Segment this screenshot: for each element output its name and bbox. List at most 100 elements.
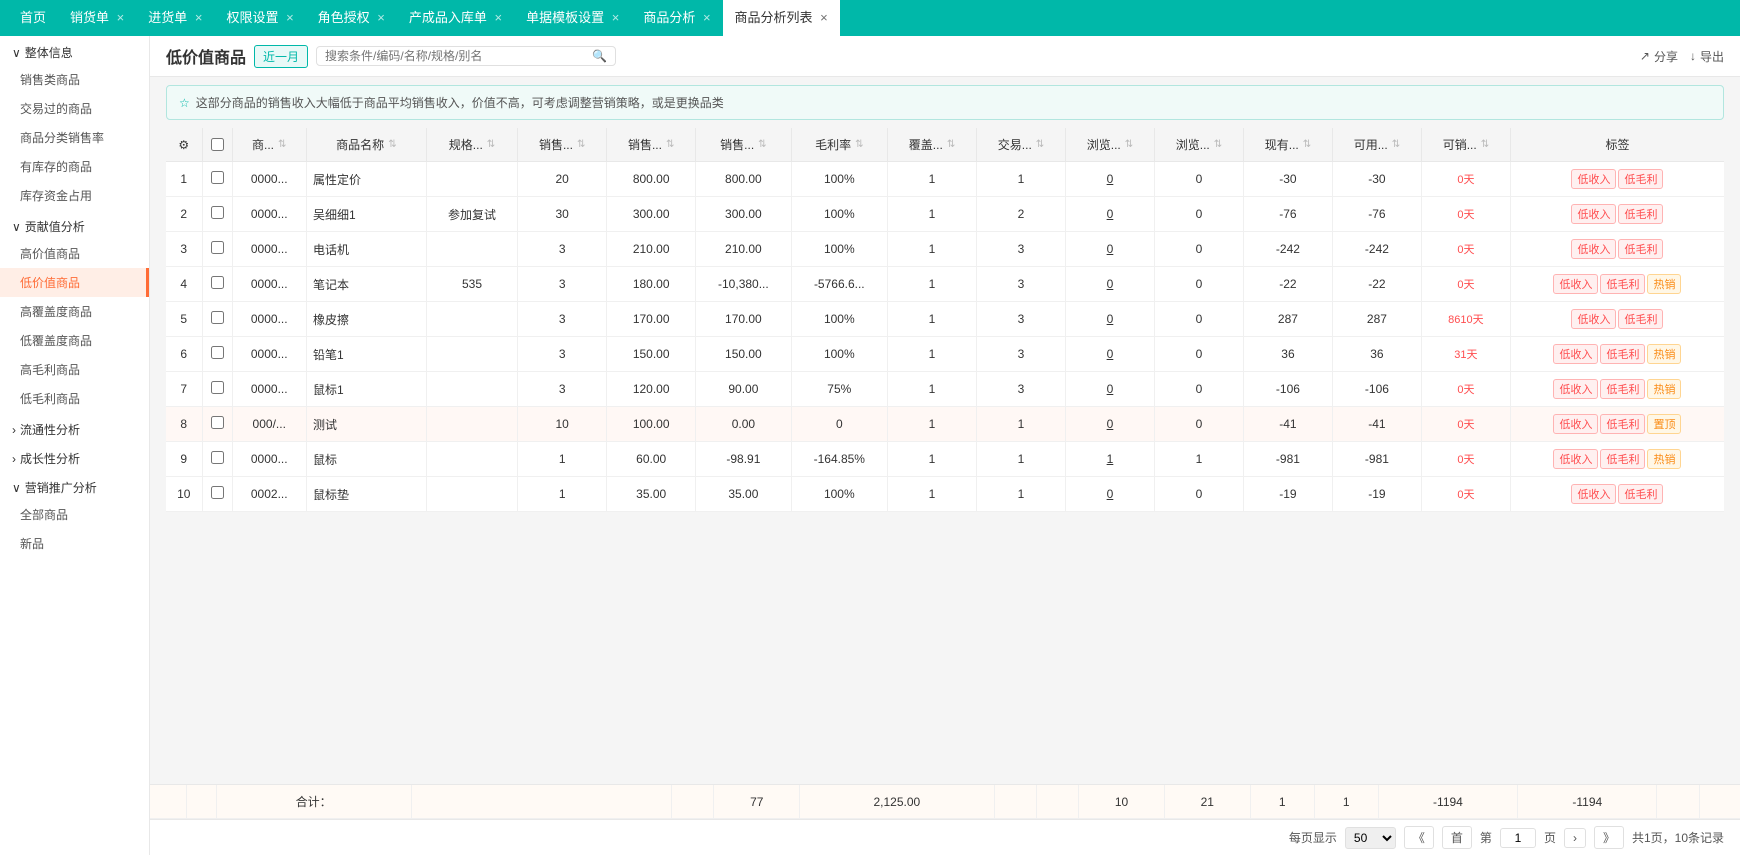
sidebar-group-growth[interactable]: › 成长性分析 <box>0 442 149 471</box>
view1-link[interactable]: 0 <box>1107 242 1114 256</box>
sort-icon[interactable]: ⇅ <box>855 139 863 150</box>
sort-icon[interactable]: ⇅ <box>947 139 955 150</box>
view1-link[interactable]: 0 <box>1107 417 1114 431</box>
sidebar-item-all-products[interactable]: 全部商品 <box>0 500 149 529</box>
sort-icon[interactable]: ⇅ <box>758 139 766 150</box>
row-checkbox[interactable] <box>211 346 224 359</box>
nav-role-auth[interactable]: 角色授权 × <box>306 0 397 36</box>
sidebar-item-high-margin[interactable]: 高毛利商品 <box>0 355 149 384</box>
sidebar-item-traded-products[interactable]: 交易过的商品 <box>0 94 149 123</box>
row-view1[interactable]: 0 <box>1065 197 1154 232</box>
prev-page-button[interactable]: 首 <box>1442 826 1472 849</box>
sidebar-item-low-margin[interactable]: 低毛利商品 <box>0 384 149 413</box>
nav-product-analysis-list[interactable]: 商品分析列表 × <box>723 0 840 36</box>
row-checkbox[interactable] <box>211 381 224 394</box>
sidebar-item-stock-products[interactable]: 有库存的商品 <box>0 152 149 181</box>
nav-permission[interactable]: 权限设置 × <box>214 0 305 36</box>
checkbox-column-header[interactable] <box>202 128 232 162</box>
col-header-gross-margin[interactable]: 毛利率⇅ <box>791 128 887 162</box>
col-header-view2[interactable]: 浏览...⇅ <box>1154 128 1243 162</box>
close-icon[interactable]: × <box>377 10 385 25</box>
sort-icon[interactable]: ⇅ <box>577 139 585 150</box>
row-checkbox-cell[interactable] <box>202 337 232 372</box>
col-header-sales-amount[interactable]: 销售...⇅ <box>607 128 696 162</box>
row-view1[interactable]: 1 <box>1065 442 1154 477</box>
select-all-checkbox[interactable] <box>211 138 224 151</box>
col-header-view1[interactable]: 浏览...⇅ <box>1065 128 1154 162</box>
row-checkbox-cell[interactable] <box>202 442 232 477</box>
nav-template-settings[interactable]: 单据模板设置 × <box>514 0 631 36</box>
sidebar-item-low-value[interactable]: 低价值商品 <box>0 268 149 297</box>
row-checkbox-cell[interactable] <box>202 302 232 337</box>
sidebar-item-high-coverage[interactable]: 高覆盖度商品 <box>0 297 149 326</box>
last-page-button[interactable]: 》 <box>1594 826 1624 849</box>
settings-icon[interactable]: ⚙ <box>178 138 189 152</box>
nav-home[interactable]: 首页 <box>8 0 58 36</box>
col-header-sales-qty[interactable]: 销售...⇅ <box>518 128 607 162</box>
col-header-coverage[interactable]: 覆盖...⇅ <box>888 128 977 162</box>
page-size-select[interactable]: 50 100 200 <box>1345 827 1396 849</box>
sidebar-item-low-coverage[interactable]: 低覆盖度商品 <box>0 326 149 355</box>
settings-column-header[interactable]: ⚙ <box>166 128 202 162</box>
row-view1[interactable]: 0 <box>1065 267 1154 302</box>
export-button[interactable]: ↓ 导出 <box>1690 48 1724 65</box>
close-icon[interactable]: × <box>495 10 503 25</box>
row-checkbox[interactable] <box>211 276 224 289</box>
col-header-sellable[interactable]: 可销...⇅ <box>1421 128 1510 162</box>
nav-sales-order[interactable]: 销货单 × <box>58 0 136 36</box>
sidebar-group-circulation[interactable]: › 流通性分析 <box>0 413 149 442</box>
view1-link[interactable]: 0 <box>1107 487 1114 501</box>
sort-icon[interactable]: ⇅ <box>1125 139 1133 150</box>
next-page-button[interactable]: › <box>1564 828 1586 848</box>
row-view1[interactable]: 0 <box>1065 372 1154 407</box>
row-checkbox-cell[interactable] <box>202 197 232 232</box>
view1-link[interactable]: 0 <box>1107 347 1114 361</box>
sort-icon[interactable]: ⇅ <box>1481 139 1489 150</box>
search-input[interactable] <box>325 49 588 63</box>
nav-purchase-order[interactable]: 进货单 × <box>136 0 214 36</box>
share-button[interactable]: ↗ 分享 <box>1640 48 1678 65</box>
sort-icon[interactable]: ⇅ <box>1392 139 1400 150</box>
row-view1[interactable]: 0 <box>1065 407 1154 442</box>
row-view1[interactable]: 0 <box>1065 162 1154 197</box>
row-checkbox-cell[interactable] <box>202 162 232 197</box>
col-header-available[interactable]: 可用...⇅ <box>1332 128 1421 162</box>
sidebar-group-marketing[interactable]: ∨ 营销推广分析 <box>0 471 149 500</box>
sidebar-group-contribution[interactable]: ∨ 贡献值分析 <box>0 210 149 239</box>
row-checkbox-cell[interactable] <box>202 477 232 512</box>
row-checkbox-cell[interactable] <box>202 267 232 302</box>
nav-product-analysis[interactable]: 商品分析 × <box>631 0 722 36</box>
time-filter-button[interactable]: 近一月 <box>254 45 308 68</box>
sidebar-item-category-sales-rate[interactable]: 商品分类销售率 <box>0 123 149 152</box>
row-view1[interactable]: 0 <box>1065 477 1154 512</box>
sidebar-item-sales-products[interactable]: 销售类商品 <box>0 65 149 94</box>
nav-product-inbound[interactable]: 产成品入库单 × <box>397 0 514 36</box>
sort-icon[interactable]: ⇅ <box>487 139 495 150</box>
first-page-button[interactable]: 《 <box>1404 826 1434 849</box>
close-icon[interactable]: × <box>195 10 203 25</box>
sort-icon[interactable]: ⇅ <box>388 139 396 150</box>
sort-icon[interactable]: ⇅ <box>1303 139 1311 150</box>
col-header-current-stock[interactable]: 现有...⇅ <box>1243 128 1332 162</box>
row-checkbox[interactable] <box>211 206 224 219</box>
sort-icon[interactable]: ⇅ <box>1036 139 1044 150</box>
close-icon[interactable]: × <box>286 10 294 25</box>
row-checkbox[interactable] <box>211 171 224 184</box>
sidebar-group-overall[interactable]: ∨ 整体信息 <box>0 36 149 65</box>
view1-link[interactable]: 0 <box>1107 382 1114 396</box>
sidebar-item-new-products[interactable]: 新品 <box>0 529 149 558</box>
sidebar-item-stock-capital[interactable]: 库存资金占用 <box>0 181 149 210</box>
row-checkbox[interactable] <box>211 416 224 429</box>
row-view1[interactable]: 0 <box>1065 232 1154 267</box>
view1-link[interactable]: 0 <box>1107 172 1114 186</box>
col-header-name[interactable]: 商品名称⇅ <box>306 128 426 162</box>
close-icon[interactable]: × <box>612 10 620 25</box>
col-header-sales-cost[interactable]: 销售...⇅ <box>696 128 791 162</box>
close-icon[interactable]: × <box>117 10 125 25</box>
row-checkbox[interactable] <box>211 241 224 254</box>
view1-link[interactable]: 0 <box>1107 312 1114 326</box>
row-checkbox-cell[interactable] <box>202 232 232 267</box>
view1-link[interactable]: 0 <box>1107 207 1114 221</box>
page-number-input[interactable] <box>1500 828 1536 848</box>
row-checkbox-cell[interactable] <box>202 407 232 442</box>
